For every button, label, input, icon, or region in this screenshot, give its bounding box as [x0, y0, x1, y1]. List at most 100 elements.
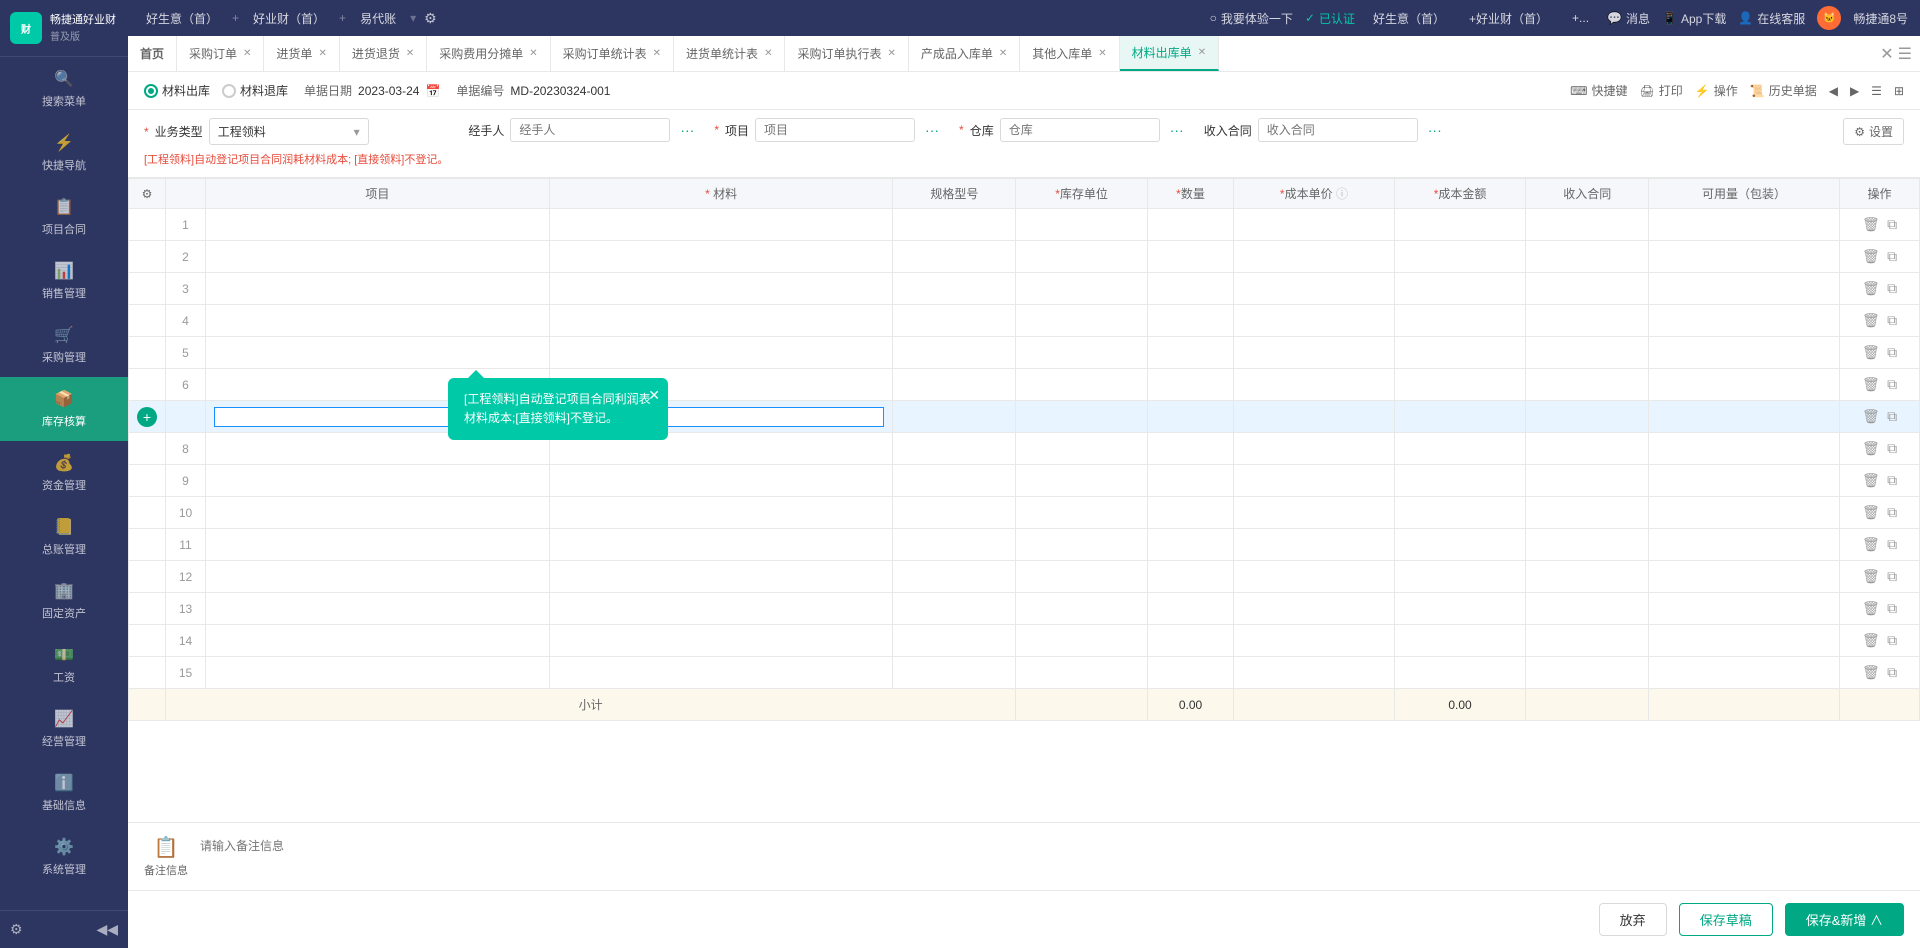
cell-cost[interactable]: [1234, 273, 1395, 305]
cell-project[interactable]: [206, 465, 550, 497]
cell-income-contract[interactable]: [1526, 401, 1649, 433]
cell-material[interactable]: [549, 241, 893, 273]
view-list-btn[interactable]: ☰: [1871, 82, 1882, 99]
topbar-app-download[interactable]: 📱 App下载: [1662, 10, 1726, 27]
tab-close-product-in[interactable]: ✕: [999, 48, 1007, 59]
topbar-nav-haoshengyi[interactable]: 好生意（首）: [140, 10, 224, 27]
cell-cost-amount[interactable]: [1394, 593, 1526, 625]
cell-available[interactable]: [1649, 625, 1840, 657]
cell-quantity[interactable]: [1147, 241, 1233, 273]
topbar-message[interactable]: 💬 消息: [1607, 10, 1650, 27]
topbar-nav-more[interactable]: +...: [1566, 11, 1595, 25]
cell-available[interactable]: [1649, 657, 1840, 689]
cell-cost[interactable]: [1234, 561, 1395, 593]
cell-cost-amount[interactable]: [1394, 433, 1526, 465]
cell-unit[interactable]: [1016, 529, 1148, 561]
cell-project[interactable]: [206, 529, 550, 561]
cell-available[interactable]: [1649, 273, 1840, 305]
tab-close-purchase-in[interactable]: ✕: [318, 48, 326, 59]
cell-spec[interactable]: [893, 369, 1016, 401]
cell-spec[interactable]: [893, 401, 1016, 433]
cell-income-contract[interactable]: [1526, 337, 1649, 369]
cell-cost[interactable]: [1234, 337, 1395, 369]
cell-cost-amount[interactable]: [1394, 305, 1526, 337]
cell-quantity[interactable]: [1147, 561, 1233, 593]
cell-cost[interactable]: [1234, 625, 1395, 657]
sidebar-item-salary[interactable]: 💵 工资: [0, 633, 128, 697]
topbar-experience[interactable]: ○ 我要体验一下: [1210, 10, 1293, 27]
cell-available[interactable]: [1649, 529, 1840, 561]
cell-unit[interactable]: [1016, 497, 1148, 529]
topbar-online-service[interactable]: 👤 在线客服: [1738, 10, 1805, 27]
project-dots[interactable]: ···: [925, 122, 939, 138]
cell-income-contract[interactable]: [1526, 433, 1649, 465]
cell-cost-amount[interactable]: [1394, 369, 1526, 401]
cell-spec[interactable]: [893, 465, 1016, 497]
cell-income-contract[interactable]: [1526, 561, 1649, 593]
delete-row-btn[interactable]: 🗑: [1860, 664, 1882, 680]
delete-row-btn[interactable]: 🗑: [1860, 408, 1882, 424]
cell-quantity[interactable]: [1147, 401, 1233, 433]
tab-close-purchase-in-stat[interactable]: ✕: [764, 48, 772, 59]
cell-unit[interactable]: [1016, 401, 1148, 433]
cell-quantity[interactable]: [1147, 625, 1233, 657]
cell-unit[interactable]: [1016, 593, 1148, 625]
cell-cost-amount[interactable]: [1394, 625, 1526, 657]
tab-purchase-stat[interactable]: 采购订单统计表 ✕: [551, 36, 674, 71]
delete-row-btn[interactable]: 🗑: [1860, 248, 1882, 264]
tab-menu[interactable]: ☰: [1898, 44, 1912, 64]
sidebar-item-operations[interactable]: 📈 经营管理: [0, 697, 128, 761]
cell-cost[interactable]: [1234, 241, 1395, 273]
cell-cost-amount[interactable]: [1394, 529, 1526, 561]
cell-available[interactable]: [1649, 561, 1840, 593]
sidebar-item-sales[interactable]: 📊 销售管理: [0, 249, 128, 313]
save-new-button[interactable]: 保存&新增 ∧: [1785, 903, 1904, 936]
operation-btn[interactable]: ⚡ 操作: [1695, 82, 1738, 99]
tab-close-all[interactable]: ✕: [1880, 44, 1893, 64]
income-contract-input[interactable]: [1258, 118, 1418, 142]
calendar-icon[interactable]: 📅: [425, 84, 440, 98]
warehouse-input[interactable]: [1000, 118, 1160, 142]
cell-available[interactable]: [1649, 241, 1840, 273]
next-btn[interactable]: ▶: [1850, 82, 1859, 99]
cell-quantity[interactable]: [1147, 273, 1233, 305]
tooltip-close-btn[interactable]: ✕: [648, 384, 660, 406]
cell-cost[interactable]: [1234, 465, 1395, 497]
tab-purchase-in[interactable]: 进货单 ✕: [264, 36, 339, 71]
cell-unit[interactable]: [1016, 273, 1148, 305]
copy-row-btn[interactable]: ⧉: [1885, 248, 1899, 264]
prev-btn[interactable]: ◀: [1829, 82, 1838, 99]
cell-unit[interactable]: [1016, 209, 1148, 241]
cell-available[interactable]: [1649, 209, 1840, 241]
cell-material[interactable]: [549, 561, 893, 593]
cell-spec[interactable]: [893, 273, 1016, 305]
cell-material[interactable]: [549, 465, 893, 497]
cell-quantity[interactable]: [1147, 593, 1233, 625]
cell-material[interactable]: [549, 209, 893, 241]
cell-quantity[interactable]: [1147, 209, 1233, 241]
cell-material[interactable]: [549, 273, 893, 305]
cell-cost[interactable]: [1234, 209, 1395, 241]
handler-dots[interactable]: ···: [680, 122, 694, 138]
topbar-settings-icon[interactable]: ⚙: [424, 10, 437, 27]
cell-available[interactable]: [1649, 401, 1840, 433]
sidebar-item-shortcut[interactable]: ⚡ 快捷导航: [0, 121, 128, 185]
cell-available[interactable]: [1649, 337, 1840, 369]
cell-cost-amount[interactable]: [1394, 337, 1526, 369]
cell-project[interactable]: [206, 241, 550, 273]
topbar-nav-haoyecai2[interactable]: +好业财（首）: [1463, 10, 1554, 27]
cell-spec[interactable]: [893, 625, 1016, 657]
tab-close-purchase-stat[interactable]: ✕: [653, 48, 661, 59]
cell-cost[interactable]: [1234, 657, 1395, 689]
tab-purchase-expense[interactable]: 采购费用分摊单 ✕: [427, 36, 550, 71]
copy-row-btn[interactable]: ⧉: [1885, 216, 1899, 232]
cell-unit[interactable]: [1016, 241, 1148, 273]
cell-project[interactable]: [206, 593, 550, 625]
cell-cost-amount[interactable]: [1394, 401, 1526, 433]
delete-row-btn[interactable]: 🗑: [1860, 216, 1882, 232]
delete-row-btn[interactable]: 🗑: [1860, 504, 1882, 520]
cell-project[interactable]: [206, 209, 550, 241]
topbar-nav-haoyecai[interactable]: 好业财（首）: [247, 10, 331, 27]
project-input[interactable]: [755, 118, 915, 142]
delete-row-btn[interactable]: 🗑: [1860, 632, 1882, 648]
